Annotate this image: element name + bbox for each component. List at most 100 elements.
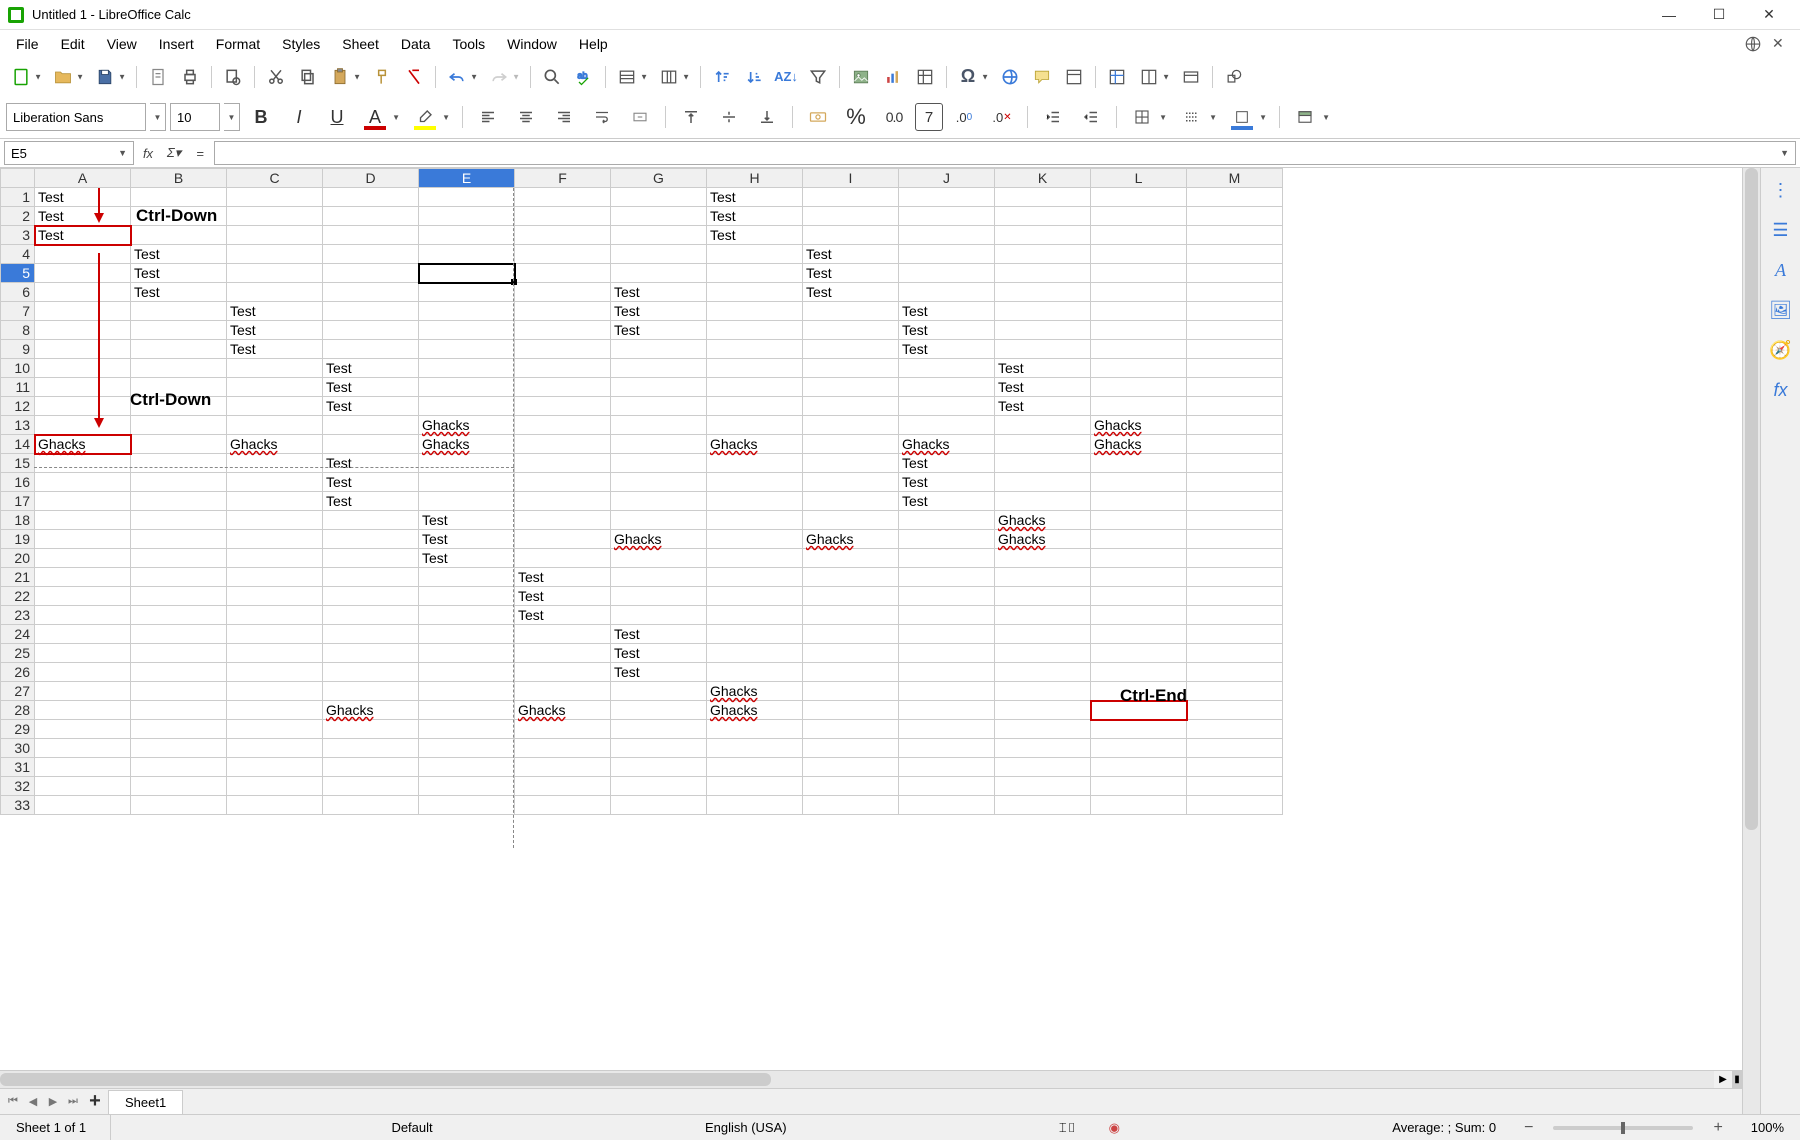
cell-B27[interactable] <box>131 682 227 701</box>
cell-D12[interactable]: Test <box>323 397 419 416</box>
percent-button[interactable]: % <box>839 100 873 134</box>
cell-G22[interactable] <box>611 587 707 606</box>
cell-I7[interactable] <box>803 302 899 321</box>
cell-K20[interactable] <box>995 549 1091 568</box>
col-header-I[interactable]: I <box>803 169 899 188</box>
cell-I6[interactable]: Test <box>803 283 899 302</box>
cell-K9[interactable] <box>995 340 1091 359</box>
row-header-4[interactable]: 4 <box>1 245 35 264</box>
cell-C27[interactable] <box>227 682 323 701</box>
cell-C31[interactable] <box>227 758 323 777</box>
export-pdf-button[interactable] <box>143 62 173 92</box>
cell-H7[interactable] <box>707 302 803 321</box>
cell-A16[interactable] <box>35 473 131 492</box>
cell-F3[interactable] <box>515 226 611 245</box>
cell-C15[interactable] <box>227 454 323 473</box>
cell-G31[interactable] <box>611 758 707 777</box>
cell-I20[interactable] <box>803 549 899 568</box>
sidebar-navigator-icon[interactable]: 🧭 <box>1767 336 1795 364</box>
col-header-G[interactable]: G <box>611 169 707 188</box>
status-insert-icon[interactable]: ⌶▯ <box>1051 1120 1085 1136</box>
cell-A13[interactable] <box>35 416 131 435</box>
cell-B14[interactable] <box>131 435 227 454</box>
row-header-18[interactable]: 18 <box>1 511 35 530</box>
clone-format-button[interactable] <box>367 62 397 92</box>
cell-G26[interactable]: Test <box>611 663 707 682</box>
row-header-24[interactable]: 24 <box>1 625 35 644</box>
cell-I28[interactable] <box>803 701 899 720</box>
row-header-10[interactable]: 10 <box>1 359 35 378</box>
cell-L7[interactable] <box>1091 302 1187 321</box>
cell-A25[interactable] <box>35 644 131 663</box>
cell-L12[interactable] <box>1091 397 1187 416</box>
cell-E31[interactable] <box>419 758 515 777</box>
cell-D16[interactable]: Test <box>323 473 419 492</box>
row-header-23[interactable]: 23 <box>1 606 35 625</box>
cell-G4[interactable] <box>611 245 707 264</box>
cell-F32[interactable] <box>515 777 611 796</box>
cell-K22[interactable] <box>995 587 1091 606</box>
close-button[interactable]: ✕ <box>1746 0 1792 30</box>
cell-I17[interactable] <box>803 492 899 511</box>
cell-F27[interactable] <box>515 682 611 701</box>
cell-E13[interactable]: Ghacks <box>419 416 515 435</box>
cell-A33[interactable] <box>35 796 131 815</box>
font-name-input[interactable] <box>6 103 146 131</box>
cell-J23[interactable] <box>899 606 995 625</box>
menu-styles[interactable]: Styles <box>272 32 330 56</box>
cell-C11[interactable] <box>227 378 323 397</box>
cell-C1[interactable] <box>227 188 323 207</box>
cell-K23[interactable] <box>995 606 1091 625</box>
cell-M18[interactable] <box>1187 511 1283 530</box>
cell-K12[interactable]: Test <box>995 397 1091 416</box>
cell-F16[interactable] <box>515 473 611 492</box>
cell-J24[interactable] <box>899 625 995 644</box>
cell-I14[interactable] <box>803 435 899 454</box>
cell-H17[interactable] <box>707 492 803 511</box>
cell-J12[interactable] <box>899 397 995 416</box>
cell-M7[interactable] <box>1187 302 1283 321</box>
cell-J19[interactable] <box>899 530 995 549</box>
cell-E23[interactable] <box>419 606 515 625</box>
cell-B10[interactable] <box>131 359 227 378</box>
cell-E19[interactable]: Test <box>419 530 515 549</box>
cell-B25[interactable] <box>131 644 227 663</box>
cell-L23[interactable] <box>1091 606 1187 625</box>
cell-E32[interactable] <box>419 777 515 796</box>
h-scroll-end[interactable]: ▮ <box>1732 1071 1742 1088</box>
border-style-button[interactable]: ▼ <box>1175 100 1209 134</box>
row-header-27[interactable]: 27 <box>1 682 35 701</box>
highlight-button[interactable]: ▼ <box>408 100 442 134</box>
cell-G1[interactable] <box>611 188 707 207</box>
cell-B30[interactable] <box>131 739 227 758</box>
cell-D21[interactable] <box>323 568 419 587</box>
cell-H24[interactable] <box>707 625 803 644</box>
cut-button[interactable] <box>261 62 291 92</box>
cell-C6[interactable] <box>227 283 323 302</box>
cell-A4[interactable] <box>35 245 131 264</box>
col-header-J[interactable]: J <box>899 169 995 188</box>
cell-E1[interactable] <box>419 188 515 207</box>
cell-J10[interactable] <box>899 359 995 378</box>
cell-A14[interactable]: Ghacks <box>35 435 131 454</box>
valign-bot-button[interactable] <box>750 100 784 134</box>
sheet-tab[interactable]: Sheet1 <box>108 1090 183 1114</box>
zoom-label[interactable]: 100% <box>1743 1120 1792 1135</box>
align-right-button[interactable] <box>547 100 581 134</box>
cell-A29[interactable] <box>35 720 131 739</box>
cell-C22[interactable] <box>227 587 323 606</box>
font-name-dropdown[interactable]: ▼ <box>150 103 166 131</box>
status-style[interactable]: Default <box>383 1120 440 1135</box>
cell-H31[interactable] <box>707 758 803 777</box>
cell-A2[interactable]: Test <box>35 207 131 226</box>
h-scrollbar[interactable] <box>0 1071 1714 1088</box>
cell-B6[interactable]: Test <box>131 283 227 302</box>
clear-format-button[interactable] <box>399 62 429 92</box>
cell-G30[interactable] <box>611 739 707 758</box>
sidebar-styles-icon[interactable]: A <box>1767 256 1795 284</box>
cell-I5[interactable]: Test <box>803 264 899 283</box>
cell-B26[interactable] <box>131 663 227 682</box>
row-header-33[interactable]: 33 <box>1 796 35 815</box>
cell-J30[interactable] <box>899 739 995 758</box>
cell-H25[interactable] <box>707 644 803 663</box>
